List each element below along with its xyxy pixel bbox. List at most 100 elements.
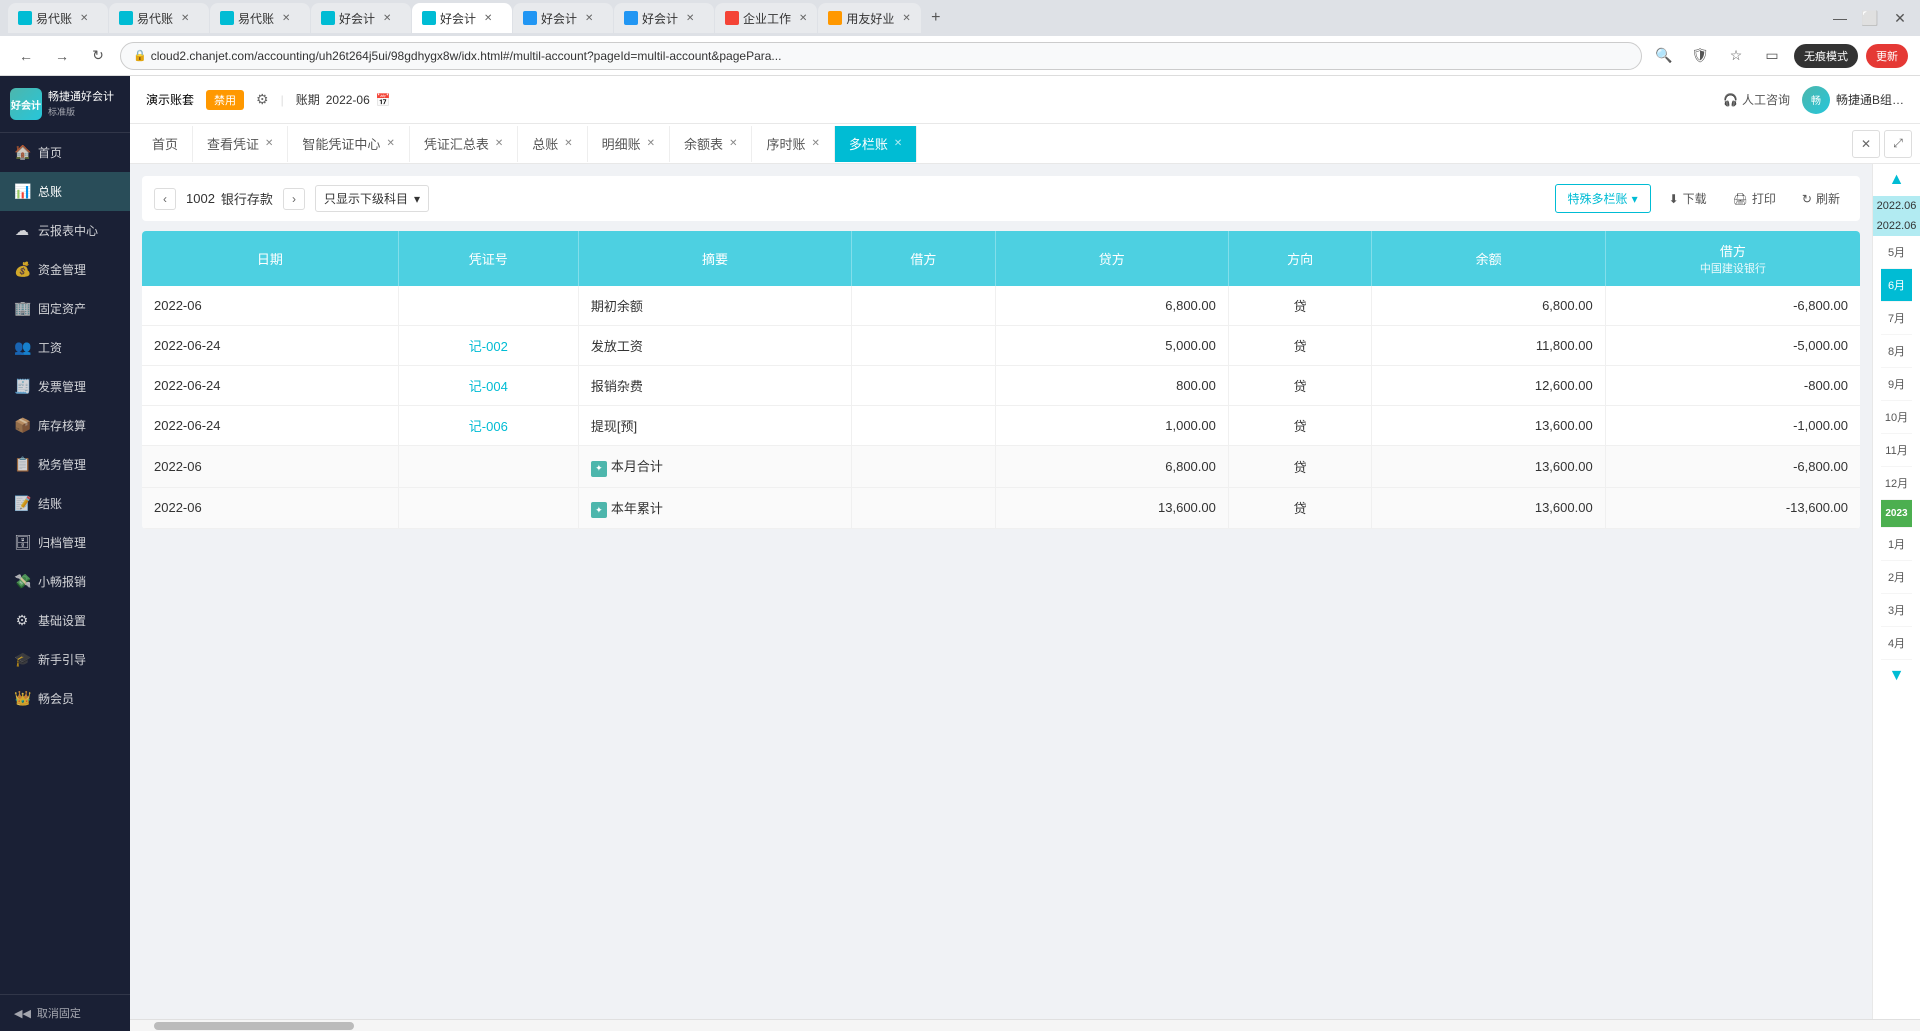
back-button[interactable]: ← [12, 42, 40, 70]
calendar-month-item[interactable]: 7月 [1881, 302, 1912, 335]
refresh-button[interactable]: ↻ 刷新 [1794, 185, 1848, 212]
calendar-month-item[interactable]: 8月 [1881, 335, 1912, 368]
calendar-month-item[interactable]: 4月 [1881, 627, 1912, 660]
tab-haokuaiji-2[interactable]: 好会计 ✕ [513, 3, 613, 33]
calendar-month-item[interactable]: 2023 [1881, 500, 1912, 528]
maximize-button[interactable]: ⬜ [1858, 6, 1882, 30]
tab-close-all-button[interactable]: ✕ [1852, 130, 1880, 158]
tab-haokuaiji-3[interactable]: 好会计 ✕ [614, 3, 714, 33]
account-next-button[interactable]: › [283, 188, 305, 210]
tab-general-close[interactable]: ✕ [564, 138, 572, 149]
tab-detail-ledger[interactable]: 明细账 ✕ [588, 126, 670, 162]
tab-voucher-summary[interactable]: 凭证汇总表 ✕ [410, 126, 518, 162]
cell-voucher[interactable]: 记-002 [398, 326, 578, 366]
sidebar-item-expense[interactable]: 💸 小畅报销 [0, 562, 130, 601]
calendar-month-item[interactable]: 5月 [1881, 236, 1912, 269]
tab-yidaizhang-1[interactable]: 易代账 ✕ [8, 3, 108, 33]
search-icon[interactable]: 🔍 [1650, 42, 1678, 70]
tab-smart-close[interactable]: ✕ [386, 138, 394, 149]
star-icon[interactable]: ☆ [1722, 42, 1750, 70]
calendar-month-item[interactable]: 12月 [1881, 467, 1912, 500]
minimize-button[interactable]: — [1828, 6, 1852, 30]
cell-voucher[interactable]: 记-004 [398, 366, 578, 406]
tab-qiyegongzuo[interactable]: 企业工作 ✕ [715, 3, 817, 33]
tab-balance-close[interactable]: ✕ [729, 138, 737, 149]
user-profile[interactable]: 畅 畅捷通B组… [1802, 86, 1904, 114]
forward-button[interactable]: → [48, 42, 76, 70]
update-button[interactable]: 更新 [1866, 44, 1908, 68]
sidebar-item-invoice[interactable]: 🧾 发票管理 [0, 367, 130, 406]
close-window-button[interactable]: ✕ [1888, 6, 1912, 30]
sidebar-item-payroll[interactable]: 👥 工资 [0, 328, 130, 367]
bottom-scrollbar[interactable] [130, 1019, 1920, 1031]
period-value[interactable]: 2022-06 [326, 93, 370, 107]
tab-close-9[interactable]: ✕ [902, 13, 910, 24]
tab-haokuaiji-active[interactable]: 好会计 ✕ [412, 3, 512, 33]
tab-balance[interactable]: 余额表 ✕ [670, 126, 752, 162]
calendar-month-item[interactable]: 2月 [1881, 561, 1912, 594]
print-button[interactable]: 🖨 打印 [1725, 185, 1784, 212]
tab-multi-close[interactable]: ✕ [894, 138, 902, 149]
tab-close-2[interactable]: ✕ [181, 13, 189, 24]
tab-haokuaiji-1[interactable]: 好会计 ✕ [311, 3, 411, 33]
tab-journal-close[interactable]: ✕ [811, 138, 819, 149]
sidebar-item-tax[interactable]: 📋 税务管理 [0, 445, 130, 484]
account-selector[interactable]: 1002 银行存款 [186, 189, 273, 208]
calendar-month-item[interactable]: 10月 [1881, 401, 1912, 434]
calendar-icon[interactable]: 📅 [376, 93, 391, 107]
tab-general-ledger[interactable]: 总账 ✕ [518, 126, 587, 162]
tab-yongyou[interactable]: 用友好业 ✕ [818, 3, 920, 33]
sidebar-unpin-button[interactable]: ◀◀ 取消固定 [0, 994, 130, 1031]
tab-smart-voucher[interactable]: 智能凭证中心 ✕ [288, 126, 409, 162]
scroll-thumb[interactable] [154, 1022, 354, 1030]
sidebar-item-inventory[interactable]: 📦 库存核算 [0, 406, 130, 445]
calendar-month-item[interactable]: 1月 [1881, 528, 1912, 561]
sidebar-item-settings[interactable]: ⚙ 基础设置 [0, 601, 130, 640]
calendar-month-item[interactable]: 3月 [1881, 594, 1912, 627]
new-tab-button[interactable]: + [922, 4, 950, 32]
cell-voucher[interactable]: 记-006 [398, 406, 578, 446]
calendar-down-button[interactable]: ▼ [1881, 660, 1913, 692]
tab-close-4[interactable]: ✕ [383, 13, 391, 24]
tab-expand-button[interactable]: ⤢ [1884, 130, 1912, 158]
sidebar-item-close-accounts[interactable]: 📝 结账 [0, 484, 130, 523]
sidebar-toggle-icon[interactable]: ▭ [1758, 42, 1786, 70]
tab-close-6[interactable]: ✕ [585, 13, 593, 24]
address-bar[interactable]: 🔒 cloud2.chanjet.com/accounting/uh26t264… [120, 42, 1642, 70]
sidebar-item-cloud-reports[interactable]: ☁ 云报表中心 [0, 211, 130, 250]
tab-close-5[interactable]: ✕ [484, 13, 492, 24]
sidebar-item-archive[interactable]: 🗄 归档管理 [0, 523, 130, 562]
tab-close-8[interactable]: ✕ [799, 13, 807, 24]
calendar-month-item[interactable]: 9月 [1881, 368, 1912, 401]
shield-icon[interactable]: 🛡 [1686, 42, 1714, 70]
topbar-settings-icon[interactable]: ⚙ [256, 91, 269, 108]
wuhen-button[interactable]: 无痕模式 [1794, 44, 1858, 68]
tab-close-3[interactable]: ✕ [282, 13, 290, 24]
tab-view-voucher[interactable]: 查看凭证 ✕ [193, 126, 288, 162]
tab-close-1[interactable]: ✕ [80, 13, 88, 24]
calendar-month-item[interactable]: 6月 [1881, 269, 1912, 302]
calendar-up-button[interactable]: ▲ [1881, 164, 1913, 196]
tab-yidaizhang-3[interactable]: 易代账 ✕ [210, 3, 310, 33]
reload-button[interactable]: ↻ [84, 42, 112, 70]
tab-detail-close[interactable]: ✕ [647, 138, 655, 149]
sidebar-item-fixed-assets[interactable]: 🏢 固定资产 [0, 289, 130, 328]
consult-button[interactable]: 🎧 人工咨询 [1723, 91, 1790, 108]
tab-journal[interactable]: 序时账 ✕ [752, 126, 834, 162]
special-ledger-button[interactable]: 特殊多栏账 ▾ [1555, 184, 1651, 213]
sidebar-item-ledger[interactable]: 📊 总账 [0, 172, 130, 211]
filter-dropdown[interactable]: 只显示下级科目 ▾ [315, 185, 429, 212]
sidebar-item-home[interactable]: 🏠 首页 [0, 133, 130, 172]
sidebar-item-funds[interactable]: 💰 资金管理 [0, 250, 130, 289]
sidebar-item-member[interactable]: 👑 畅会员 [0, 679, 130, 718]
tab-multi-column[interactable]: 多栏账 ✕ [835, 126, 917, 162]
sidebar-item-guide[interactable]: 🎓 新手引导 [0, 640, 130, 679]
account-prev-button[interactable]: ‹ [154, 188, 176, 210]
tab-yidaizhang-2[interactable]: 易代账 ✕ [109, 3, 209, 33]
download-button[interactable]: ⬇ 下载 [1661, 185, 1715, 212]
calendar-month-item[interactable]: 11月 [1881, 434, 1912, 467]
tab-close-7[interactable]: ✕ [686, 13, 694, 24]
tab-view-voucher-close[interactable]: ✕ [265, 138, 273, 149]
tab-voucher-summary-close[interactable]: ✕ [495, 138, 503, 149]
tab-home[interactable]: 首页 [138, 126, 193, 162]
